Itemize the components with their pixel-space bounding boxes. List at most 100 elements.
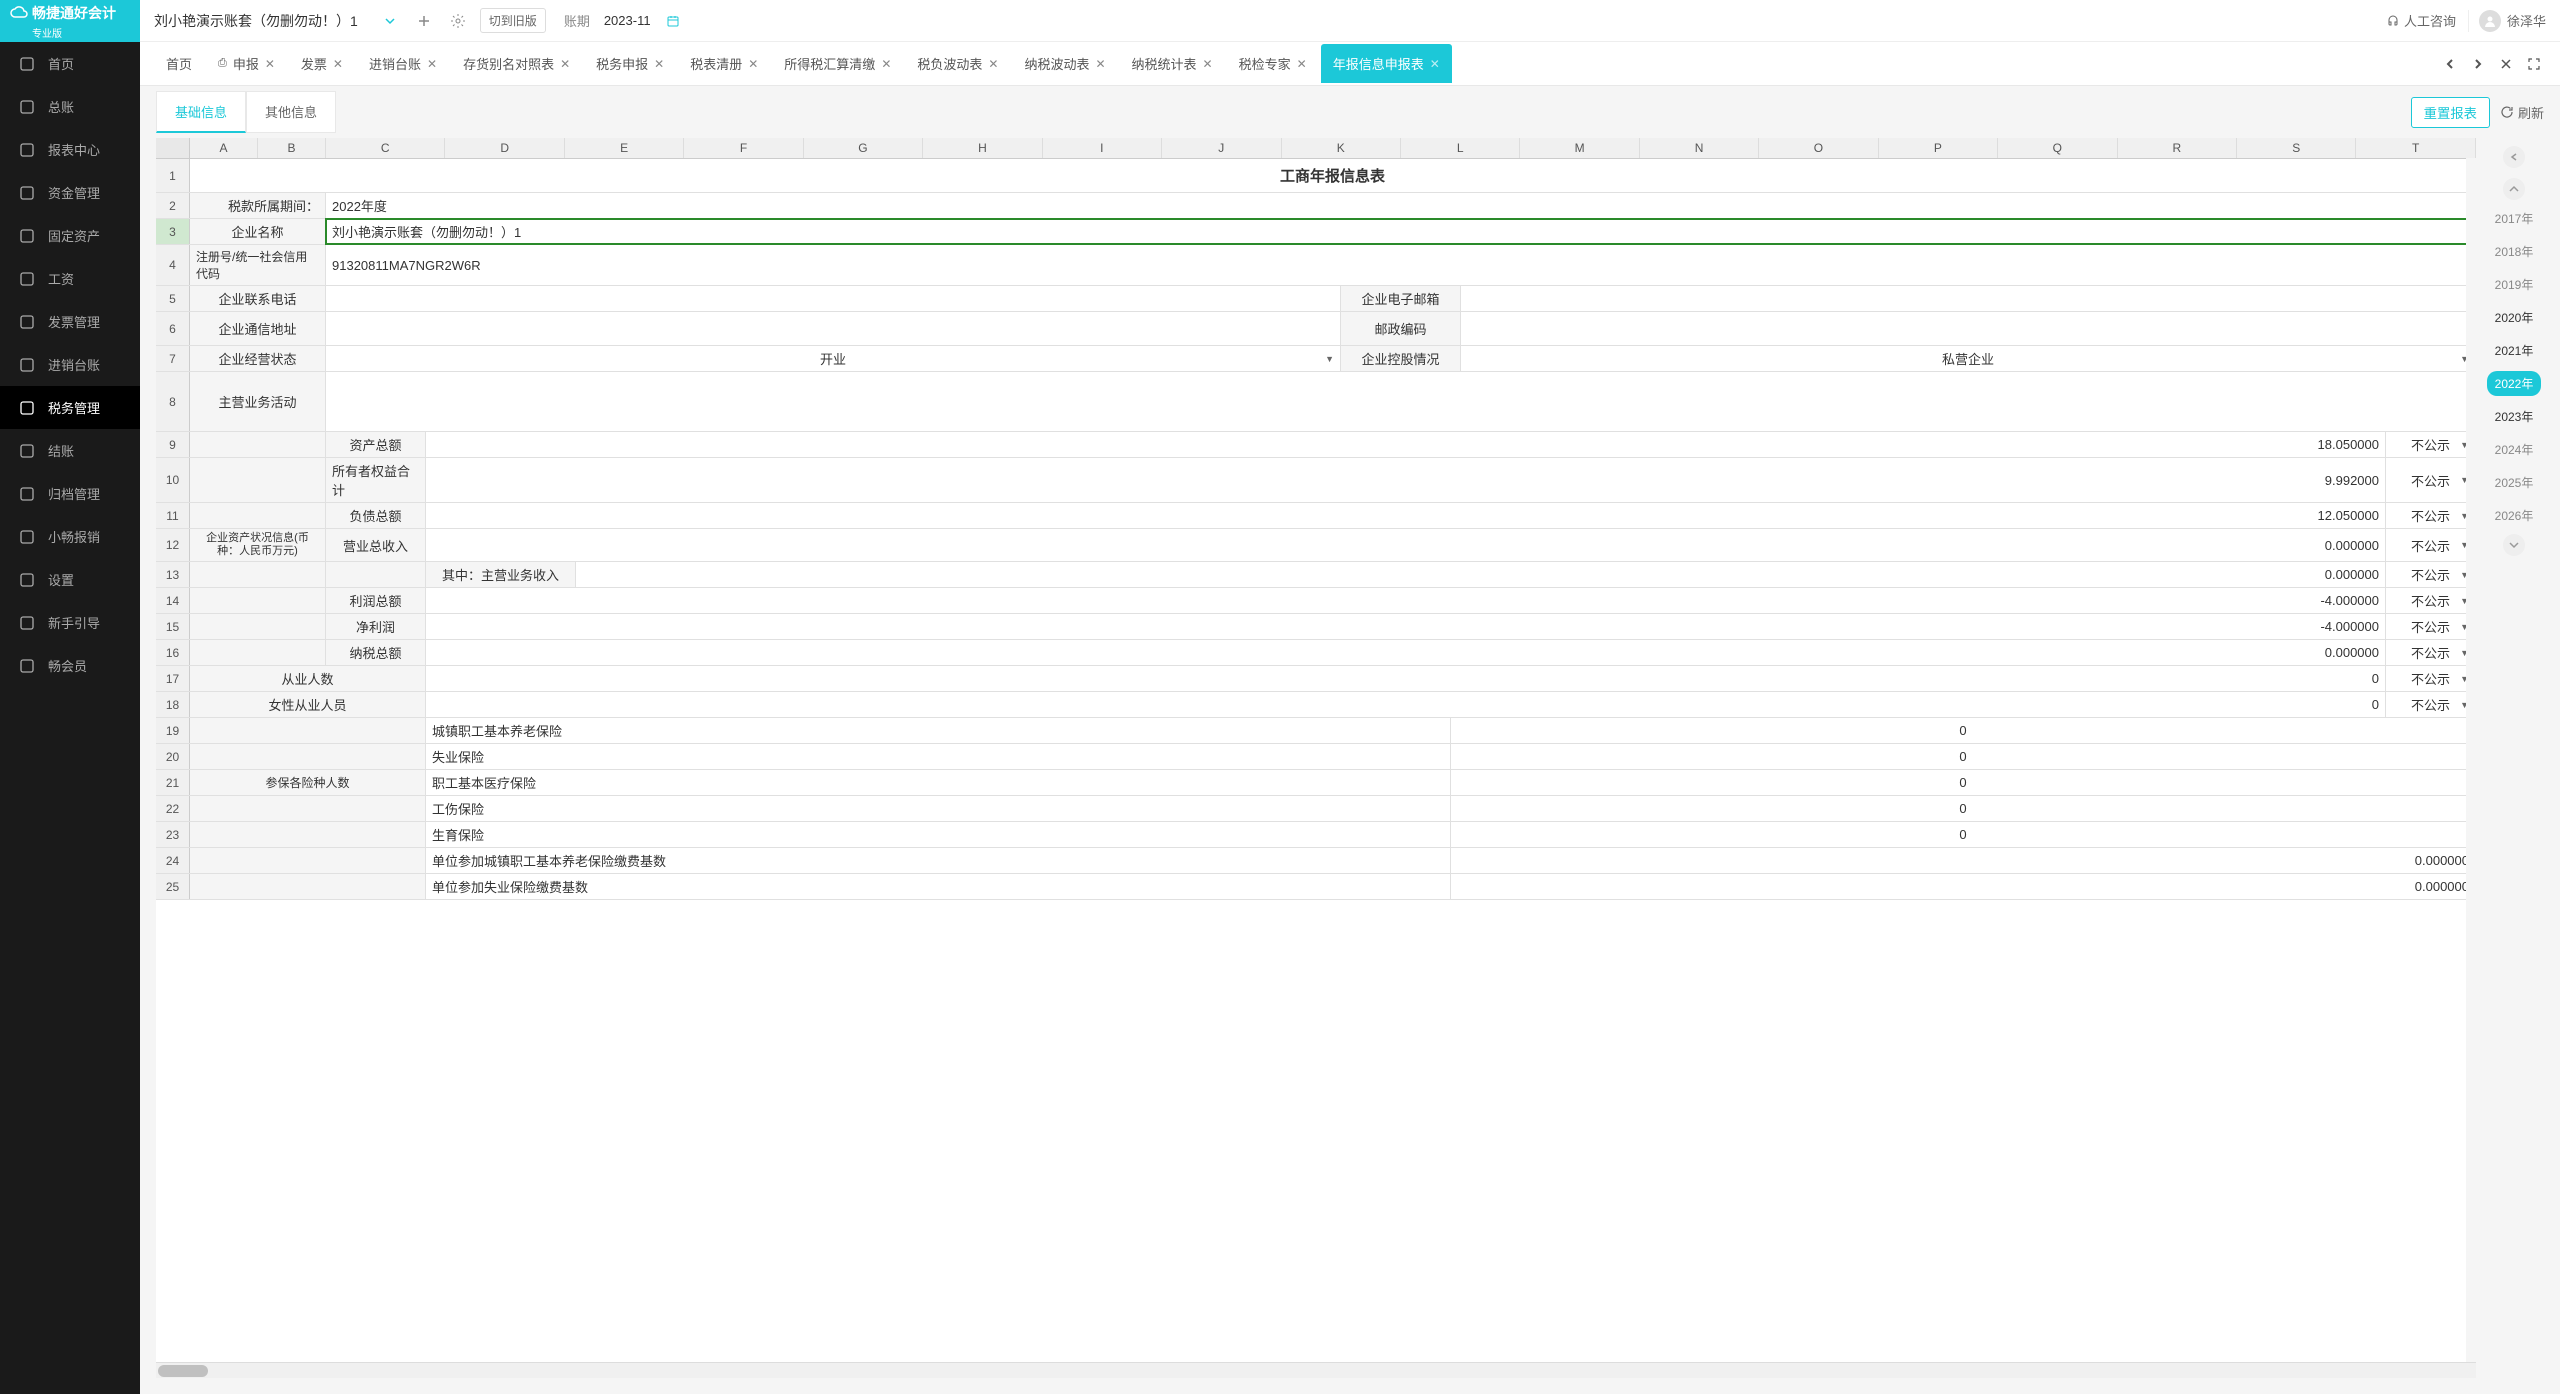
column-header[interactable]: K — [1282, 138, 1401, 158]
tab[interactable]: 税务申报✕ — [584, 44, 676, 83]
cell-value[interactable]: 12.050000 — [426, 503, 2386, 528]
column-header[interactable]: O — [1759, 138, 1878, 158]
cell[interactable] — [326, 312, 1341, 345]
row-number[interactable]: 4 — [156, 245, 190, 285]
tabs-next-icon[interactable] — [2466, 52, 2490, 76]
tab[interactable]: ⎙申报✕ — [206, 44, 287, 83]
cell-value[interactable]: 0 — [426, 666, 2386, 691]
row-number[interactable]: 7 — [156, 346, 190, 371]
tab[interactable]: 税检专家✕ — [1227, 44, 1319, 83]
reset-report-button[interactable]: 重置报表 — [2411, 97, 2490, 128]
column-header[interactable]: H — [923, 138, 1042, 158]
column-header[interactable]: F — [684, 138, 803, 158]
cell-value[interactable]: 0 — [426, 692, 2386, 717]
tab[interactable]: 首页 — [154, 44, 204, 83]
sidebar-item-fund[interactable]: 资金管理 — [0, 171, 140, 214]
close-icon[interactable]: ✕ — [881, 57, 891, 71]
sidebar-item-tax[interactable]: 税务管理 — [0, 386, 140, 429]
row-number[interactable]: 17 — [156, 666, 190, 691]
dropdown[interactable]: 不公示 — [2386, 692, 2476, 717]
tabs-close-all-icon[interactable] — [2494, 52, 2518, 76]
cell-selected[interactable]: 刘小艳演示账套（勿删勿动！）1 — [326, 219, 2476, 244]
row-number[interactable]: 10 — [156, 458, 190, 502]
cell-value[interactable]: 0 — [1451, 822, 2476, 847]
cell-value[interactable]: 0.000000 — [576, 562, 2386, 587]
row-number[interactable]: 19 — [156, 718, 190, 743]
dropdown[interactable]: 不公示 — [2386, 640, 2476, 665]
tab[interactable]: 所得税汇算清缴✕ — [772, 44, 903, 83]
cell-value[interactable]: -4.000000 — [426, 588, 2386, 613]
tab[interactable]: 税负波动表✕ — [905, 44, 1010, 83]
column-header[interactable]: R — [2118, 138, 2237, 158]
column-header[interactable]: B — [258, 138, 326, 158]
cell-value[interactable]: 18.050000 — [426, 432, 2386, 457]
year-option[interactable]: 2023年 — [2487, 404, 2542, 429]
sidebar-item-archive[interactable]: 归档管理 — [0, 472, 140, 515]
cell-value[interactable]: 0.000000 — [1451, 874, 2476, 899]
cell-value[interactable]: 0 — [1451, 796, 2476, 821]
chevron-down-icon[interactable] — [378, 9, 402, 33]
year-option[interactable]: 2017年 — [2487, 206, 2542, 231]
period-value[interactable]: 2023-11 — [604, 13, 651, 28]
add-account-icon[interactable] — [412, 9, 436, 33]
year-option[interactable]: 2024年 — [2487, 437, 2542, 462]
year-up-icon[interactable] — [2503, 178, 2525, 200]
dropdown[interactable]: 不公示 — [2386, 529, 2476, 561]
row-number[interactable]: 24 — [156, 848, 190, 873]
dropdown[interactable]: 不公示 — [2386, 503, 2476, 528]
tab[interactable]: 存货别名对照表✕ — [451, 44, 582, 83]
tab[interactable]: 进销台账✕ — [357, 44, 449, 83]
dropdown[interactable]: 不公示 — [2386, 666, 2476, 691]
row-number[interactable]: 12 — [156, 529, 190, 561]
dropdown[interactable]: 不公示 — [2386, 588, 2476, 613]
sidebar-item-invoice[interactable]: 发票管理 — [0, 300, 140, 343]
column-header[interactable]: A — [190, 138, 258, 158]
row-number[interactable]: 13 — [156, 562, 190, 587]
column-header[interactable]: Q — [1998, 138, 2117, 158]
dropdown[interactable]: 不公示 — [2386, 432, 2476, 457]
year-down-icon[interactable] — [2503, 534, 2525, 556]
old-version-button[interactable]: 切到旧版 — [480, 8, 546, 33]
cell[interactable] — [1461, 312, 2476, 345]
cell-value[interactable]: 0.000000 — [426, 640, 2386, 665]
row-number[interactable]: 21 — [156, 770, 190, 795]
close-icon[interactable]: ✕ — [1095, 57, 1105, 71]
sidebar-item-guide[interactable]: 新手引导 — [0, 601, 140, 644]
row-number[interactable]: 16 — [156, 640, 190, 665]
column-header[interactable]: C — [326, 138, 445, 158]
tab[interactable]: 发票✕ — [289, 44, 355, 83]
vertical-scrollbar[interactable] — [2466, 158, 2476, 1362]
row-number[interactable]: 6 — [156, 312, 190, 345]
dropdown[interactable]: 不公示 — [2386, 562, 2476, 587]
spreadsheet[interactable]: ABCDEFGHIJKLMNOPQRST 1工商年报信息表2税款所属期间：202… — [156, 138, 2476, 1378]
dropdown[interactable]: 私营企业 — [1461, 346, 2476, 371]
column-header[interactable]: E — [565, 138, 684, 158]
year-option[interactable]: 2019年 — [2487, 272, 2542, 297]
cell[interactable]: 2022年度 — [326, 193, 2476, 218]
cell[interactable]: 91320811MA7NGR2W6R — [326, 245, 2476, 285]
select-all-corner[interactable] — [156, 138, 190, 158]
dropdown[interactable]: 不公示 — [2386, 458, 2476, 502]
row-number[interactable]: 22 — [156, 796, 190, 821]
column-header[interactable]: S — [2237, 138, 2356, 158]
close-icon[interactable]: ✕ — [748, 57, 758, 71]
row-number[interactable]: 23 — [156, 822, 190, 847]
row-number[interactable]: 15 — [156, 614, 190, 639]
tab[interactable]: 纳税波动表✕ — [1012, 44, 1117, 83]
calendar-icon[interactable] — [661, 9, 685, 33]
close-icon[interactable]: ✕ — [654, 57, 664, 71]
close-icon[interactable]: ✕ — [427, 57, 437, 71]
cell[interactable] — [1461, 286, 2476, 311]
column-header[interactable]: N — [1640, 138, 1759, 158]
consult-button[interactable]: 人工咨询 — [2386, 11, 2456, 30]
account-selector[interactable]: 刘小艳演示账套（勿删勿动！）1 — [154, 11, 408, 31]
tab[interactable]: 年报信息申报表✕ — [1321, 44, 1452, 83]
column-header[interactable]: T — [2356, 138, 2475, 158]
row-number[interactable]: 14 — [156, 588, 190, 613]
close-icon[interactable]: ✕ — [1203, 57, 1213, 71]
cell-value[interactable]: 0 — [1451, 770, 2476, 795]
row-number[interactable]: 8 — [156, 372, 190, 431]
sidebar-item-ledger[interactable]: 总账 — [0, 85, 140, 128]
close-icon[interactable]: ✕ — [988, 57, 998, 71]
sub-tab[interactable]: 其他信息 — [246, 91, 336, 133]
